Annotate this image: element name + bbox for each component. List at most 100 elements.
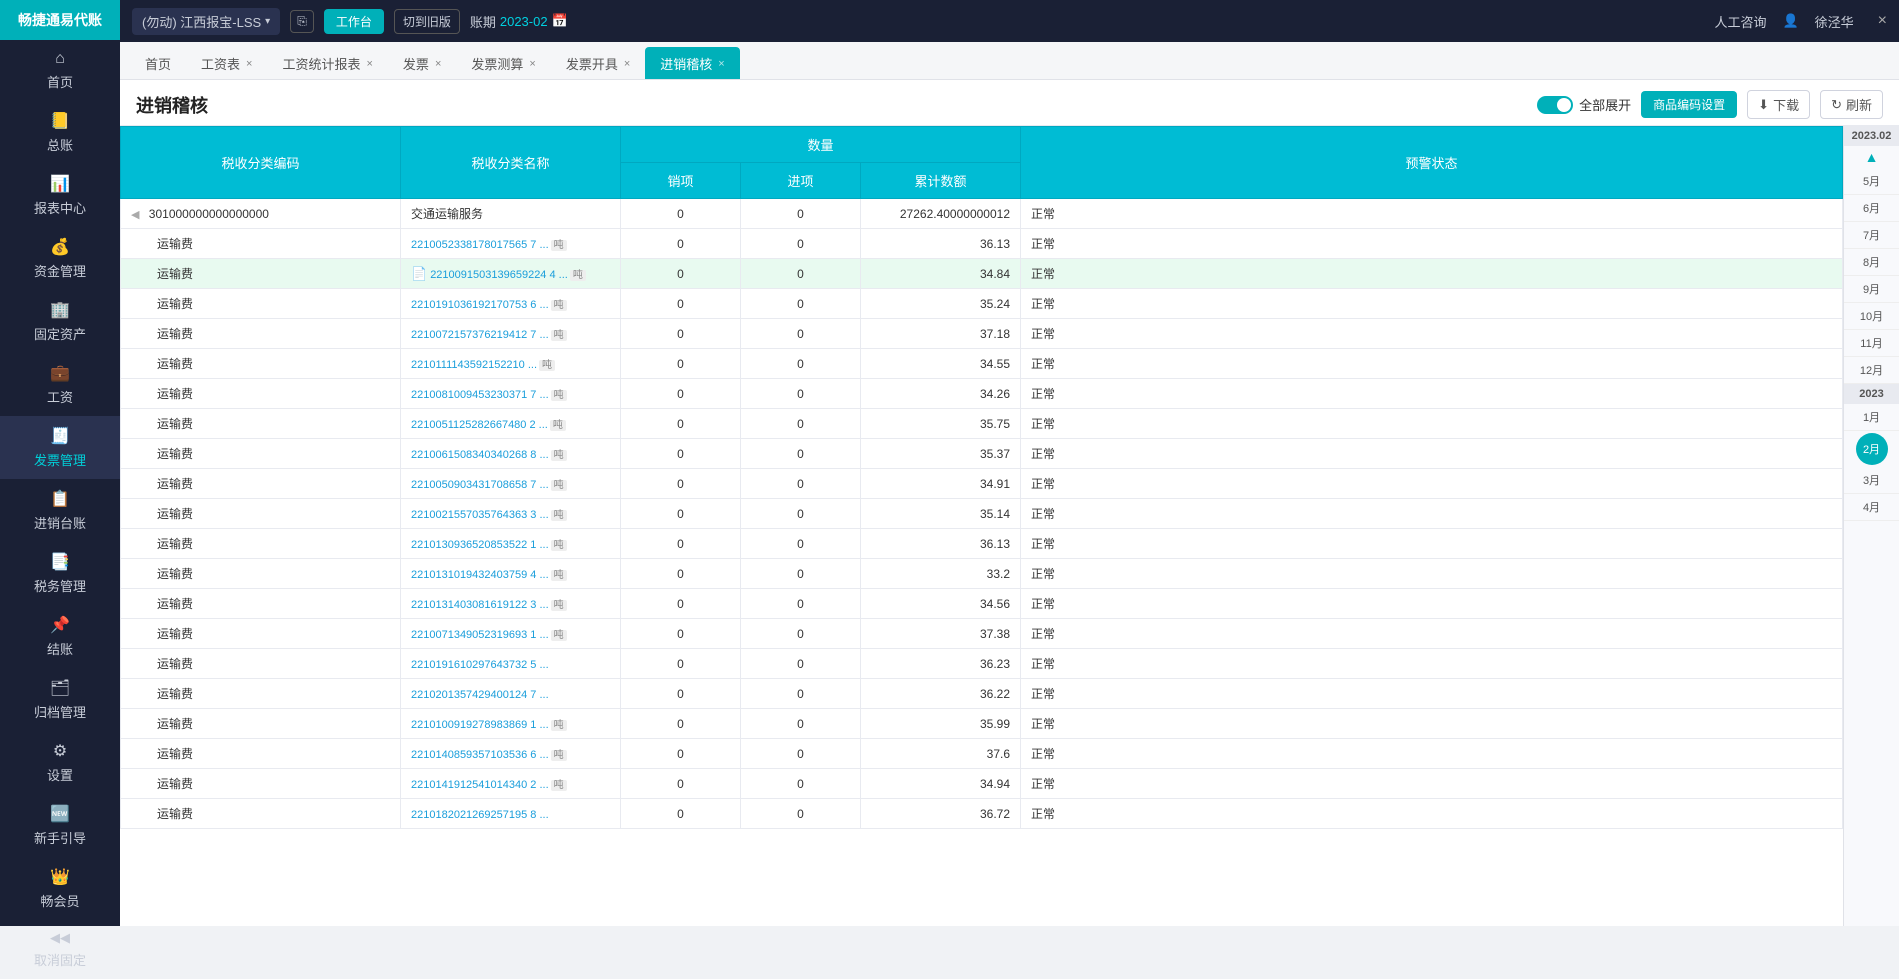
content-area: 税收分类编码 税收分类名称 数量 预警状态 销项 进项 累计数额 ◀ 30100… bbox=[120, 126, 1899, 926]
cell-purchase: 0 bbox=[741, 589, 861, 619]
tab-close-invoice[interactable]: × bbox=[435, 58, 441, 70]
sidebar-item-funds[interactable]: 💰 资金管理 bbox=[0, 227, 120, 290]
sidebar-item-assets[interactable]: 🏢 固定资产 bbox=[0, 290, 120, 353]
cell-invoice: 2210130936520853522 1 ...吨 bbox=[401, 529, 621, 559]
invoice-mgmt-icon: 🧾 bbox=[50, 426, 70, 446]
tab-close-payroll-stats[interactable]: × bbox=[366, 58, 372, 70]
cal-month-12月[interactable]: 12月 bbox=[1844, 357, 1899, 384]
cal-month-2月[interactable]: 2月 bbox=[1856, 433, 1888, 465]
cell-invoice: 2210061508340340268 8 ...吨 bbox=[401, 439, 621, 469]
company-selector[interactable]: (勿动) 江西报宝-LSS ▾ bbox=[132, 8, 280, 35]
cal-month-11月[interactable]: 11月 bbox=[1844, 330, 1899, 357]
cell-name: 运输费 bbox=[121, 409, 401, 439]
data-table: 税收分类编码 税收分类名称 数量 预警状态 销项 进项 累计数额 ◀ 30100… bbox=[120, 126, 1843, 829]
tab-label-payroll-stats: 工资统计报表 bbox=[282, 54, 360, 73]
cell-status: 正常 bbox=[1021, 349, 1843, 379]
cell-sales: 0 bbox=[621, 259, 741, 289]
tab-label-invoice: 发票 bbox=[403, 54, 429, 73]
sidebar-item-home[interactable]: ⌂ 首页 bbox=[0, 40, 120, 101]
table-row: 运输费 2210100919278983869 1 ...吨 0 0 35.99… bbox=[121, 709, 1843, 739]
cell-purchase: 0 bbox=[741, 649, 861, 679]
cell-sales: 0 bbox=[621, 199, 741, 229]
tab-invoice-calc[interactable]: 发票测算 × bbox=[456, 47, 550, 79]
sidebar-item-settings[interactable]: ⚙ 设置 bbox=[0, 731, 120, 794]
expand-toggle-label: 全部展开 bbox=[1579, 95, 1631, 114]
tab-payroll-stats[interactable]: 工资统计报表 × bbox=[267, 47, 387, 79]
cal-month-9月[interactable]: 9月 bbox=[1844, 276, 1899, 303]
cell-name: 运输费 bbox=[121, 619, 401, 649]
tab-home[interactable]: 首页 bbox=[130, 47, 186, 79]
cell-sales: 0 bbox=[621, 739, 741, 769]
sidebar-label-assets: 固定资产 bbox=[34, 324, 86, 343]
sidebar-item-archive[interactable]: 🗂 归档管理 bbox=[0, 668, 120, 731]
cal-month-10月[interactable]: 10月 bbox=[1844, 303, 1899, 330]
cell-status: 正常 bbox=[1021, 649, 1843, 679]
switch-old-button[interactable]: 切到旧版 bbox=[394, 9, 460, 34]
cal-month-3月[interactable]: 3月 bbox=[1844, 467, 1899, 494]
sidebar-item-member[interactable]: 👑 畅会员 bbox=[0, 857, 120, 920]
tab-close-sales-check[interactable]: × bbox=[718, 58, 724, 70]
sidebar-item-reports[interactable]: 📊 报表中心 bbox=[0, 164, 120, 227]
tab-invoice[interactable]: 发票 × bbox=[388, 47, 456, 79]
copy-button[interactable]: ⎘ bbox=[290, 10, 314, 33]
sidebar-item-guide[interactable]: 🆕 新手引导 bbox=[0, 794, 120, 857]
sales-desk-icon: 📋 bbox=[50, 489, 70, 509]
cal-month-4月[interactable]: 4月 bbox=[1844, 494, 1899, 521]
cell-name: 运输费 bbox=[121, 709, 401, 739]
cell-sales: 0 bbox=[621, 619, 741, 649]
cell-sales: 0 bbox=[621, 319, 741, 349]
cal-month-1月[interactable]: 1月 bbox=[1844, 404, 1899, 431]
cell-status: 正常 bbox=[1021, 259, 1843, 289]
expand-toggle[interactable] bbox=[1537, 96, 1573, 114]
topbar-close-btn[interactable]: × bbox=[1878, 12, 1887, 30]
support-label[interactable]: 人工咨询 bbox=[1714, 12, 1766, 31]
sidebar-item-sales-desk[interactable]: 📋 进销台账 bbox=[0, 479, 120, 542]
main-content: (勿动) 江西报宝-LSS ▾ ⎘ 工作台 切到旧版 账期 2023-02 📅 … bbox=[120, 0, 1899, 926]
cell-purchase: 0 bbox=[741, 739, 861, 769]
cal-month-5月[interactable]: 5月 bbox=[1844, 168, 1899, 195]
settlement-icon: 📌 bbox=[50, 615, 70, 635]
cell-code: ◀ 301000000000000000 bbox=[121, 199, 401, 229]
sidebar-item-ledger[interactable]: 📒 总账 bbox=[0, 101, 120, 164]
cell-invoice: 2210141912541014340 2 ...吨 bbox=[401, 769, 621, 799]
sidebar-item-settlement[interactable]: 📌 结账 bbox=[0, 605, 120, 668]
tab-close-invoice-calc[interactable]: × bbox=[529, 58, 535, 70]
sidebar-item-tax[interactable]: 📑 税务管理 bbox=[0, 542, 120, 605]
cal-month-6月[interactable]: 6月 bbox=[1844, 195, 1899, 222]
table-row: 运输费 2210071349052319693 1 ...吨 0 0 37.38… bbox=[121, 619, 1843, 649]
cell-status: 正常 bbox=[1021, 769, 1843, 799]
cell-name: 运输费 bbox=[121, 799, 401, 829]
sidebar-item-invoice-mgmt[interactable]: 🧾 发票管理 bbox=[0, 416, 120, 479]
workbench-button[interactable]: 工作台 bbox=[324, 9, 384, 34]
sidebar-unpin[interactable]: ◀◀ 取消固定 bbox=[0, 920, 120, 979]
sidebar-item-payroll[interactable]: 💼 工资 bbox=[0, 353, 120, 416]
cell-name: 运输费 bbox=[121, 529, 401, 559]
refresh-button[interactable]: ↻ 刷新 bbox=[1820, 90, 1883, 119]
cell-status: 正常 bbox=[1021, 469, 1843, 499]
cell-cumulative: 37.38 bbox=[861, 619, 1021, 649]
settings-button[interactable]: 商品编码设置 bbox=[1641, 91, 1737, 118]
cell-sales: 0 bbox=[621, 349, 741, 379]
tab-label-invoice-calc: 发票测算 bbox=[471, 54, 523, 73]
cal-month-8月[interactable]: 8月 bbox=[1844, 249, 1899, 276]
cell-status: 正常 bbox=[1021, 709, 1843, 739]
calendar-icon[interactable]: 📅 bbox=[552, 13, 568, 29]
cal-up-nav[interactable]: ▲ bbox=[1844, 146, 1899, 168]
cal-prev-year-label: 2023.02 bbox=[1844, 126, 1899, 146]
tab-invoice-open[interactable]: 发票开具× bbox=[551, 47, 645, 79]
cell-sales: 0 bbox=[621, 379, 741, 409]
tab-close-payroll[interactable]: × bbox=[246, 58, 252, 70]
app-logo: 畅捷通易代账 bbox=[0, 0, 120, 40]
table-row: 运输费 2210130936520853522 1 ...吨 0 0 36.13… bbox=[121, 529, 1843, 559]
tab-sales-check[interactable]: 进销稽核 × bbox=[645, 47, 739, 79]
download-button[interactable]: ⬇ 下载 bbox=[1747, 90, 1810, 119]
tab-payroll[interactable]: 工资表× bbox=[186, 47, 267, 79]
sidebar-label-home: 首页 bbox=[47, 72, 73, 91]
tab-label-sales-check: 进销稽核 bbox=[660, 54, 712, 73]
cell-purchase: 0 bbox=[741, 229, 861, 259]
sidebar: 畅捷通易代账 ⌂ 首页 📒 总账 📊 报表中心 💰 资金管理 🏢 固定资产 💼 … bbox=[0, 0, 120, 926]
cal-month-7月[interactable]: 7月 bbox=[1844, 222, 1899, 249]
tab-close-invoice-open[interactable]: × bbox=[624, 58, 630, 70]
cell-purchase: 0 bbox=[741, 259, 861, 289]
sidebar-label-reports: 报表中心 bbox=[34, 198, 86, 217]
